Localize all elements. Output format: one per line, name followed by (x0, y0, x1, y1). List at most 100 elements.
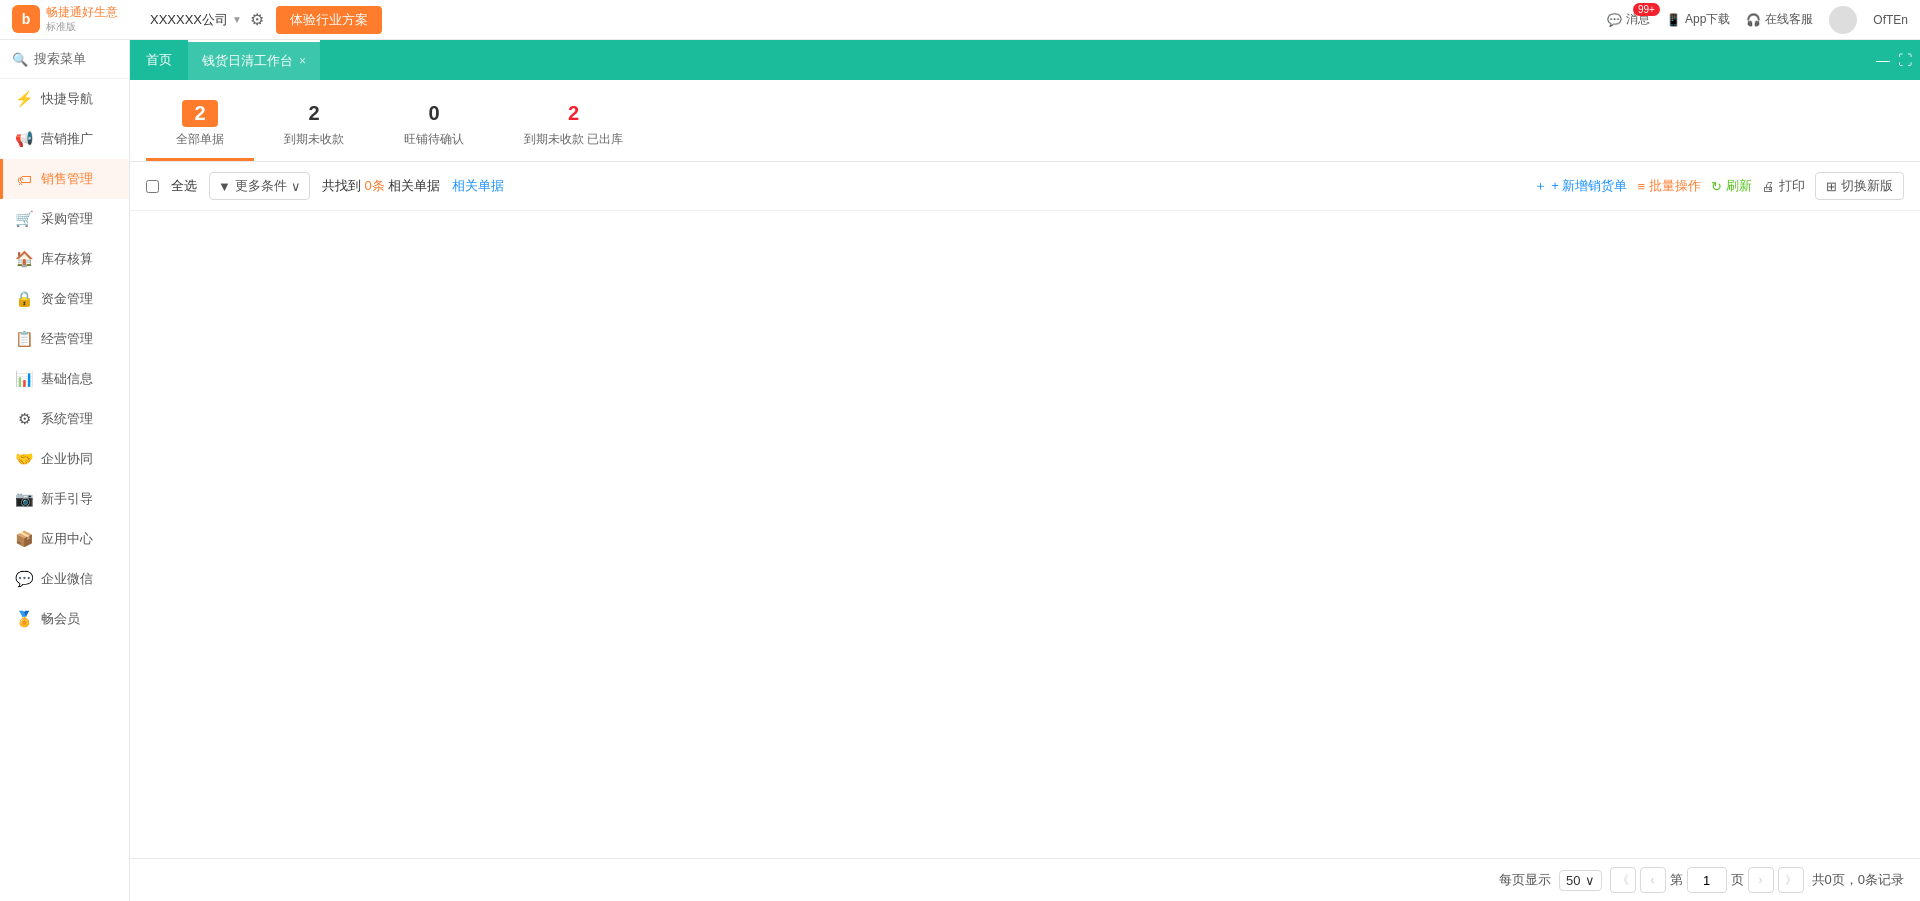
sidebar-item-enterprise[interactable]: 🤝 企业协同 (0, 439, 129, 479)
sidebar-item-operation[interactable]: 📋 经营管理 (0, 319, 129, 359)
page-nav: 《 ‹ 第 页 › 》 (1610, 867, 1804, 893)
toolbar-left: 全选 ▼ 更多条件 ∨ 共找到 0条 相关单据 相关单据 (146, 172, 1522, 200)
sidebar-item-app-center[interactable]: 📦 应用中心 (0, 519, 129, 559)
table-area (130, 211, 1920, 858)
page-content: 2 全部单据 2 到期未收款 0 旺铺待确认 2 到期未收款 已出库 (130, 80, 1920, 901)
found-count: 0条 (365, 178, 385, 193)
filter-btn[interactable]: ▼ 更多条件 ∨ (209, 172, 310, 200)
avatar[interactable] (1829, 6, 1857, 34)
sidebar-item-label: 应用中心 (41, 530, 93, 548)
add-order-label: + 新增销货单 (1551, 177, 1627, 195)
marketing-icon: 📢 (15, 130, 33, 148)
tab-expand-icon[interactable]: ⛶ (1898, 52, 1912, 68)
header-right: 💬 消息 99+ 📱 App下载 🎧 在线客服 OfTEn (1607, 6, 1908, 34)
message-btn[interactable]: 💬 消息 99+ (1607, 11, 1650, 28)
company-selector[interactable]: XXXXXX公司 ▼ (150, 11, 242, 29)
sidebar-item-label: 资金管理 (41, 290, 93, 308)
sidebar-item-purchase[interactable]: 🛒 采购管理 (0, 199, 129, 239)
found-suffix: 相关单据 (388, 178, 440, 193)
per-page-value: 50 (1566, 873, 1580, 888)
stat-tab-overdue[interactable]: 2 到期未收款 (254, 92, 374, 161)
tab-minimize-icon[interactable]: — (1876, 52, 1890, 68)
experience-btn[interactable]: 体验行业方案 (276, 6, 382, 34)
related-orders-link[interactable]: 相关单据 (452, 177, 504, 195)
last-page-btn[interactable]: 》 (1778, 867, 1804, 893)
last-page-icon: 》 (1785, 872, 1797, 889)
settings-icon[interactable]: ⚙ (250, 10, 264, 29)
username[interactable]: OfTEn (1873, 13, 1908, 27)
sidebar-item-beginner[interactable]: 📷 新手引导 (0, 479, 129, 519)
print-btn[interactable]: 🖨 打印 (1762, 177, 1805, 195)
app-download-btn[interactable]: 📱 App下载 (1666, 11, 1730, 28)
batch-label: 批量操作 (1649, 177, 1701, 195)
sidebar-search[interactable]: 🔍 搜索菜单 (0, 40, 129, 79)
message-icon: 💬 (1607, 13, 1622, 27)
service-icon: 🎧 (1746, 13, 1761, 27)
logo-icon: b (12, 5, 40, 33)
sidebar-item-wechat[interactable]: 💬 企业微信 (0, 559, 129, 599)
pagination-footer: 每页显示 50 ∨ 《 ‹ 第 页 › 》 (130, 858, 1920, 901)
total-label: 共0页，0条记录 (1812, 871, 1904, 889)
stat-num-all: 2 (182, 100, 218, 127)
tab-active[interactable]: 钱货日清工作台 × (188, 40, 320, 80)
found-prefix: 共找到 (322, 178, 361, 193)
page-label: 第 (1670, 871, 1683, 889)
operation-icon: 📋 (15, 330, 33, 348)
logo-line1: 畅捷通好生意 (46, 5, 118, 19)
per-page-arrow-icon: ∨ (1585, 873, 1595, 888)
stat-tab-pending[interactable]: 0 旺铺待确认 (374, 92, 494, 161)
refresh-label: 刷新 (1726, 177, 1752, 195)
logo: b 畅捷通好生意 标准版 (12, 5, 142, 33)
refresh-btn[interactable]: ↻ 刷新 (1711, 177, 1752, 195)
sidebar-item-system[interactable]: ⚙ 系统管理 (0, 399, 129, 439)
filter-label: 更多条件 (235, 177, 287, 195)
stat-num-pending: 0 (416, 100, 452, 127)
switch-version-btn[interactable]: ⊞ 切换新版 (1815, 172, 1904, 200)
prev-page-icon: ‹ (1651, 873, 1655, 887)
sidebar-item-label: 企业协同 (41, 450, 93, 468)
batch-btn[interactable]: ≡ 批量操作 (1637, 177, 1701, 195)
select-all-checkbox[interactable] (146, 180, 159, 193)
sidebar-item-label: 畅会员 (41, 610, 80, 628)
stat-label-all: 全部单据 (176, 131, 224, 148)
page-input[interactable] (1687, 867, 1727, 893)
sidebar-item-label: 企业微信 (41, 570, 93, 588)
stat-tab-all[interactable]: 2 全部单据 (146, 92, 254, 161)
toolbar-right: ＋ + 新增销货单 ≡ 批量操作 ↻ 刷新 🖨 打印 ⊞ 切换新版 (1534, 172, 1904, 200)
prev-page-btn[interactable]: ‹ (1640, 867, 1666, 893)
sidebar-item-label: 经营管理 (41, 330, 93, 348)
header: b 畅捷通好生意 标准版 XXXXXX公司 ▼ ⚙ 体验行业方案 💬 消息 99… (0, 0, 1920, 40)
chevron-down-icon: ▼ (232, 14, 242, 25)
switch-label: 切换新版 (1841, 177, 1893, 195)
per-page-select[interactable]: 50 ∨ (1559, 870, 1601, 891)
next-page-btn[interactable]: › (1748, 867, 1774, 893)
batch-icon: ≡ (1637, 179, 1645, 194)
app-label: App下载 (1685, 11, 1730, 28)
tab-bar: 首页 钱货日清工作台 × — ⛶ (130, 40, 1920, 80)
online-service-btn[interactable]: 🎧 在线客服 (1746, 11, 1813, 28)
plus-icon: ＋ (1534, 177, 1547, 195)
tab-bar-actions: — ⛶ (1876, 52, 1920, 68)
tab-home[interactable]: 首页 (130, 40, 188, 80)
service-label: 在线客服 (1765, 11, 1813, 28)
sidebar-item-label: 系统管理 (41, 410, 93, 428)
tab-close-icon[interactable]: × (299, 54, 306, 68)
sidebar-item-sales[interactable]: 🏷 销售管理 (0, 159, 129, 199)
app-center-icon: 📦 (15, 530, 33, 548)
add-order-btn[interactable]: ＋ + 新增销货单 (1534, 177, 1627, 195)
sidebar-item-capital[interactable]: 🔒 资金管理 (0, 279, 129, 319)
sidebar-item-inventory[interactable]: 🏠 库存核算 (0, 239, 129, 279)
sidebar: 🔍 搜索菜单 ⚡ 快捷导航 📢 营销推广 🏷 销售管理 🛒 采购管理 🏠 库存核… (0, 40, 130, 901)
first-page-icon: 《 (1617, 872, 1629, 889)
first-page-btn[interactable]: 《 (1610, 867, 1636, 893)
main-content: 首页 钱货日清工作台 × — ⛶ 2 全部单据 2 到期未收款 (130, 40, 1920, 901)
stat-num-shipped: 2 (556, 100, 592, 127)
sidebar-item-member[interactable]: 🏅 畅会员 (0, 599, 129, 639)
wechat-icon: 💬 (15, 570, 33, 588)
sidebar-item-basic-info[interactable]: 📊 基础信息 (0, 359, 129, 399)
member-icon: 🏅 (15, 610, 33, 628)
sidebar-item-marketing[interactable]: 📢 营销推广 (0, 119, 129, 159)
enterprise-icon: 🤝 (15, 450, 33, 468)
sidebar-item-quick-nav[interactable]: ⚡ 快捷导航 (0, 79, 129, 119)
stat-tab-shipped[interactable]: 2 到期未收款 已出库 (494, 92, 653, 161)
